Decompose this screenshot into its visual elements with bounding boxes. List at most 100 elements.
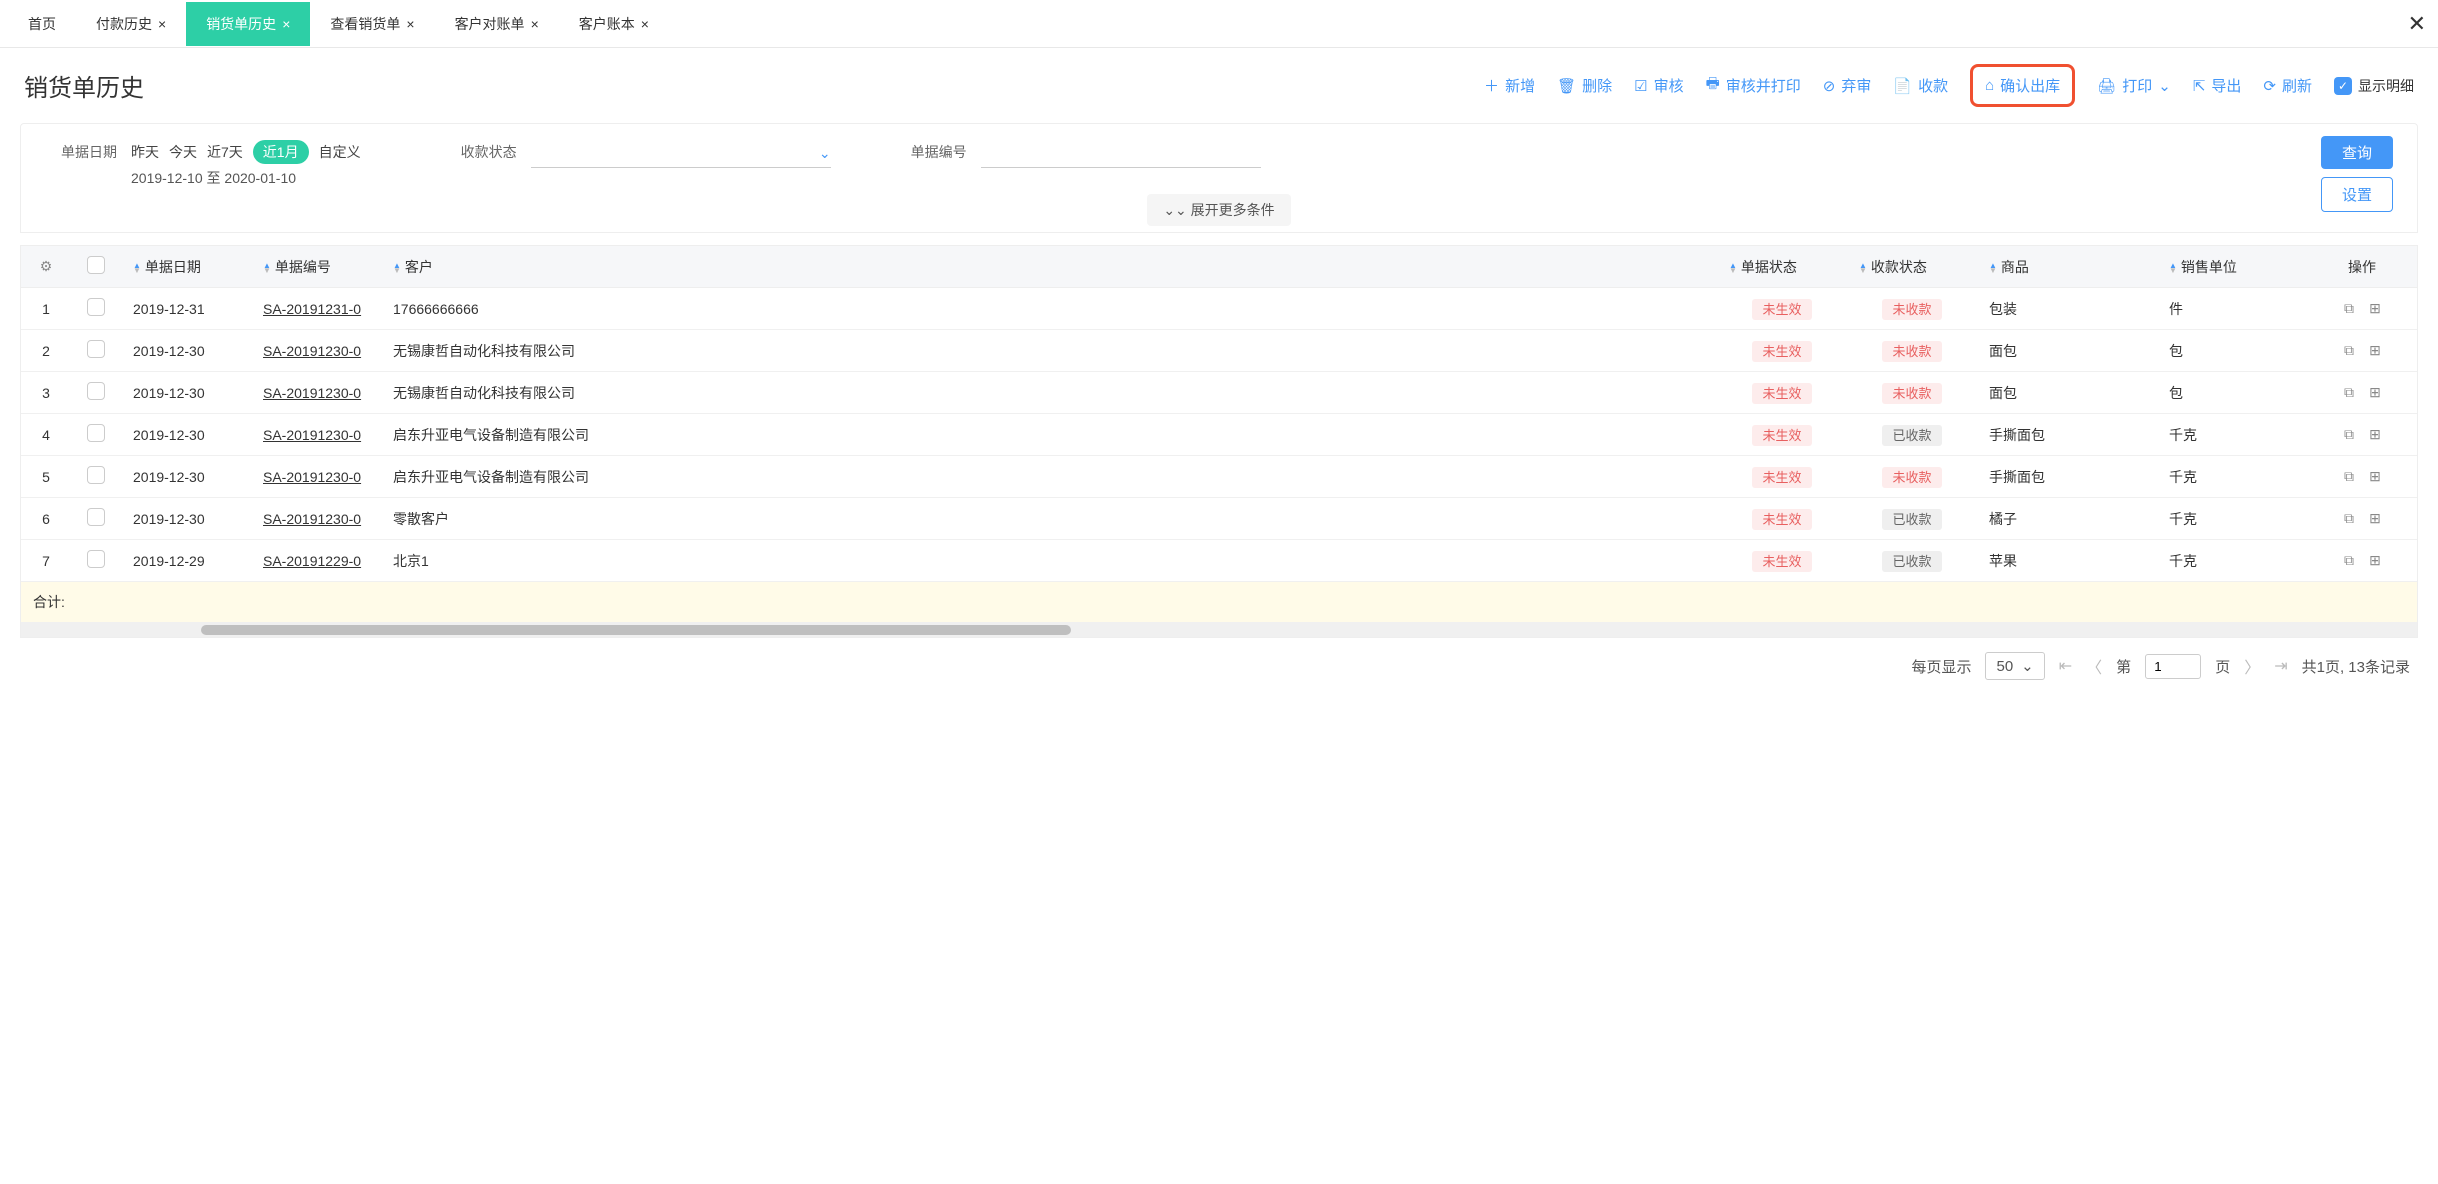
docno-input[interactable] [981, 140, 1261, 168]
status-label: 收款状态 [461, 140, 517, 162]
trash-icon: 🗑 [1557, 77, 1576, 95]
double-chevron-down-icon: ⌄⌄ [1163, 202, 1186, 218]
more-icon[interactable]: ⊞ [2366, 342, 2384, 360]
status-select[interactable]: ⌄ [531, 140, 831, 168]
tab-3[interactable]: 查看销货单× [310, 2, 434, 46]
last-page-icon[interactable]: ⇥ [2274, 656, 2287, 676]
tab-close-icon[interactable]: × [641, 16, 649, 32]
page-label-pre: 第 [2116, 656, 2131, 677]
cell-product: 手撕面包 [1977, 456, 2157, 498]
cell-product: 包装 [1977, 288, 2157, 330]
tab-5[interactable]: 客户账本× [559, 2, 669, 46]
view-icon[interactable]: ⧉ [2340, 342, 2358, 360]
receipt-button[interactable]: 📄 收款 [1893, 75, 1948, 96]
per-page-label: 每页显示 [1911, 656, 1971, 677]
page-header: 销货单历史 ＋ 新增 🗑 删除 ☑ 审核 🖶 审核并打印 ⊘ 弃审 📄 收款 ⌂… [0, 48, 2438, 123]
date-chip[interactable]: 近7天 [207, 142, 243, 162]
tab-1[interactable]: 付款历史× [76, 2, 186, 46]
tab-4[interactable]: 客户对账单× [435, 2, 559, 46]
date-chip[interactable]: 自定义 [319, 142, 361, 162]
row-checkbox[interactable] [87, 550, 105, 568]
page-input[interactable] [2145, 654, 2201, 679]
date-chip[interactable]: 昨天 [131, 142, 159, 162]
next-page-icon[interactable]: 〉 [2244, 654, 2260, 678]
col-unit[interactable]: ▲▼销售单位 [2157, 246, 2307, 288]
more-icon[interactable]: ⊞ [2366, 468, 2384, 486]
print-button[interactable]: 🖨 打印 ⌄ [2097, 75, 2171, 96]
unaudit-button[interactable]: ⊘ 弃审 [1823, 75, 1872, 96]
cell-date: 2019-12-30 [121, 498, 251, 540]
date-chip[interactable]: 近1月 [253, 140, 309, 164]
more-icon[interactable]: ⊞ [2366, 300, 2384, 318]
audit-button[interactable]: ☑ 审核 [1634, 75, 1683, 96]
show-detail-toggle[interactable]: ✓ 显示明细 [2334, 76, 2414, 96]
view-icon[interactable]: ⧉ [2340, 468, 2358, 486]
view-icon[interactable]: ⧉ [2340, 300, 2358, 318]
date-to: 2020-01-10 [224, 170, 296, 186]
chevron-down-icon: ⌄ [2158, 77, 2171, 95]
export-button[interactable]: ⇱ 导出 [2193, 75, 2242, 96]
col-pay-status[interactable]: ▲▼收款状态 [1847, 246, 1977, 288]
view-icon[interactable]: ⧉ [2340, 552, 2358, 570]
view-icon[interactable]: ⧉ [2340, 384, 2358, 402]
close-all-tabs-icon[interactable]: ✕ [2408, 11, 2426, 37]
gear-icon[interactable]: ⚙ [40, 258, 53, 274]
tab-close-icon[interactable]: × [282, 16, 290, 32]
expand-conditions-button[interactable]: ⌄⌄ 展开更多条件 [1147, 194, 1290, 226]
col-doc-status[interactable]: ▲▼单据状态 [1717, 246, 1847, 288]
settings-button[interactable]: 设置 [2321, 177, 2393, 212]
more-icon[interactable]: ⊞ [2366, 510, 2384, 528]
refresh-button[interactable]: ⟳ 刷新 [2263, 75, 2312, 96]
col-product[interactable]: ▲▼商品 [1977, 246, 2157, 288]
more-icon[interactable]: ⊞ [2366, 552, 2384, 570]
col-customer[interactable]: ▲▼客户 [381, 246, 1717, 288]
add-button[interactable]: ＋ 新增 [1484, 75, 1535, 96]
date-chip[interactable]: 今天 [169, 142, 197, 162]
docno-link[interactable]: SA-20191230-0 [263, 469, 361, 485]
audit-print-button[interactable]: 🖶 审核并打印 [1706, 73, 1801, 98]
col-docno[interactable]: ▲▼单据编号 [251, 246, 381, 288]
view-icon[interactable]: ⧉ [2340, 510, 2358, 528]
view-icon[interactable]: ⧉ [2340, 426, 2358, 444]
docno-link[interactable]: SA-20191231-0 [263, 301, 361, 317]
docno-link[interactable]: SA-20191230-0 [263, 385, 361, 401]
pay-status-badge: 未收款 [1882, 299, 1941, 320]
row-checkbox[interactable] [87, 382, 105, 400]
delete-button[interactable]: 🗑 删除 [1557, 75, 1612, 96]
tab-close-icon[interactable]: × [406, 16, 414, 32]
print-label: 打印 [2122, 75, 2152, 96]
cell-date: 2019-12-30 [121, 372, 251, 414]
more-icon[interactable]: ⊞ [2366, 384, 2384, 402]
row-checkbox[interactable] [87, 424, 105, 442]
more-icon[interactable]: ⊞ [2366, 426, 2384, 444]
tab-2[interactable]: 销货单历史× [186, 2, 310, 46]
confirm-out-label: 确认出库 [2000, 75, 2060, 96]
row-checkbox[interactable] [87, 298, 105, 316]
tab-close-icon[interactable]: × [158, 16, 166, 32]
tab-0[interactable]: 首页 [8, 2, 76, 46]
pay-status-badge: 已收款 [1882, 425, 1941, 446]
col-date[interactable]: ▲▼单据日期 [121, 246, 251, 288]
confirm-out-button[interactable]: ⌂ 确认出库 [1970, 64, 2075, 107]
docno-link[interactable]: SA-20191230-0 [263, 427, 361, 443]
docno-link[interactable]: SA-20191230-0 [263, 511, 361, 527]
per-page-select[interactable]: 50 ⌄ [1985, 652, 2044, 680]
horizontal-scrollbar[interactable] [21, 623, 2417, 637]
tab-close-icon[interactable]: × [531, 16, 539, 32]
cell-unit: 千克 [2157, 498, 2307, 540]
row-checkbox[interactable] [87, 340, 105, 358]
export-label: 导出 [2211, 75, 2241, 96]
docno-link[interactable]: SA-20191229-0 [263, 553, 361, 569]
table-row: 72019-12-29SA-20191229-0北京1未生效已收款苹果千克⧉⊞ [21, 540, 2417, 582]
doc-status-badge: 未生效 [1752, 341, 1811, 362]
prev-page-icon[interactable]: 〈 [2086, 654, 2102, 678]
row-checkbox[interactable] [87, 466, 105, 484]
docno-link[interactable]: SA-20191230-0 [263, 343, 361, 359]
first-page-icon[interactable]: ⇤ [2059, 656, 2072, 676]
select-all-checkbox[interactable] [87, 256, 105, 274]
pay-status-badge: 未收款 [1882, 383, 1941, 404]
query-button[interactable]: 查询 [2321, 136, 2393, 169]
row-checkbox[interactable] [87, 508, 105, 526]
cell-unit: 千克 [2157, 414, 2307, 456]
cell-product: 面包 [1977, 330, 2157, 372]
